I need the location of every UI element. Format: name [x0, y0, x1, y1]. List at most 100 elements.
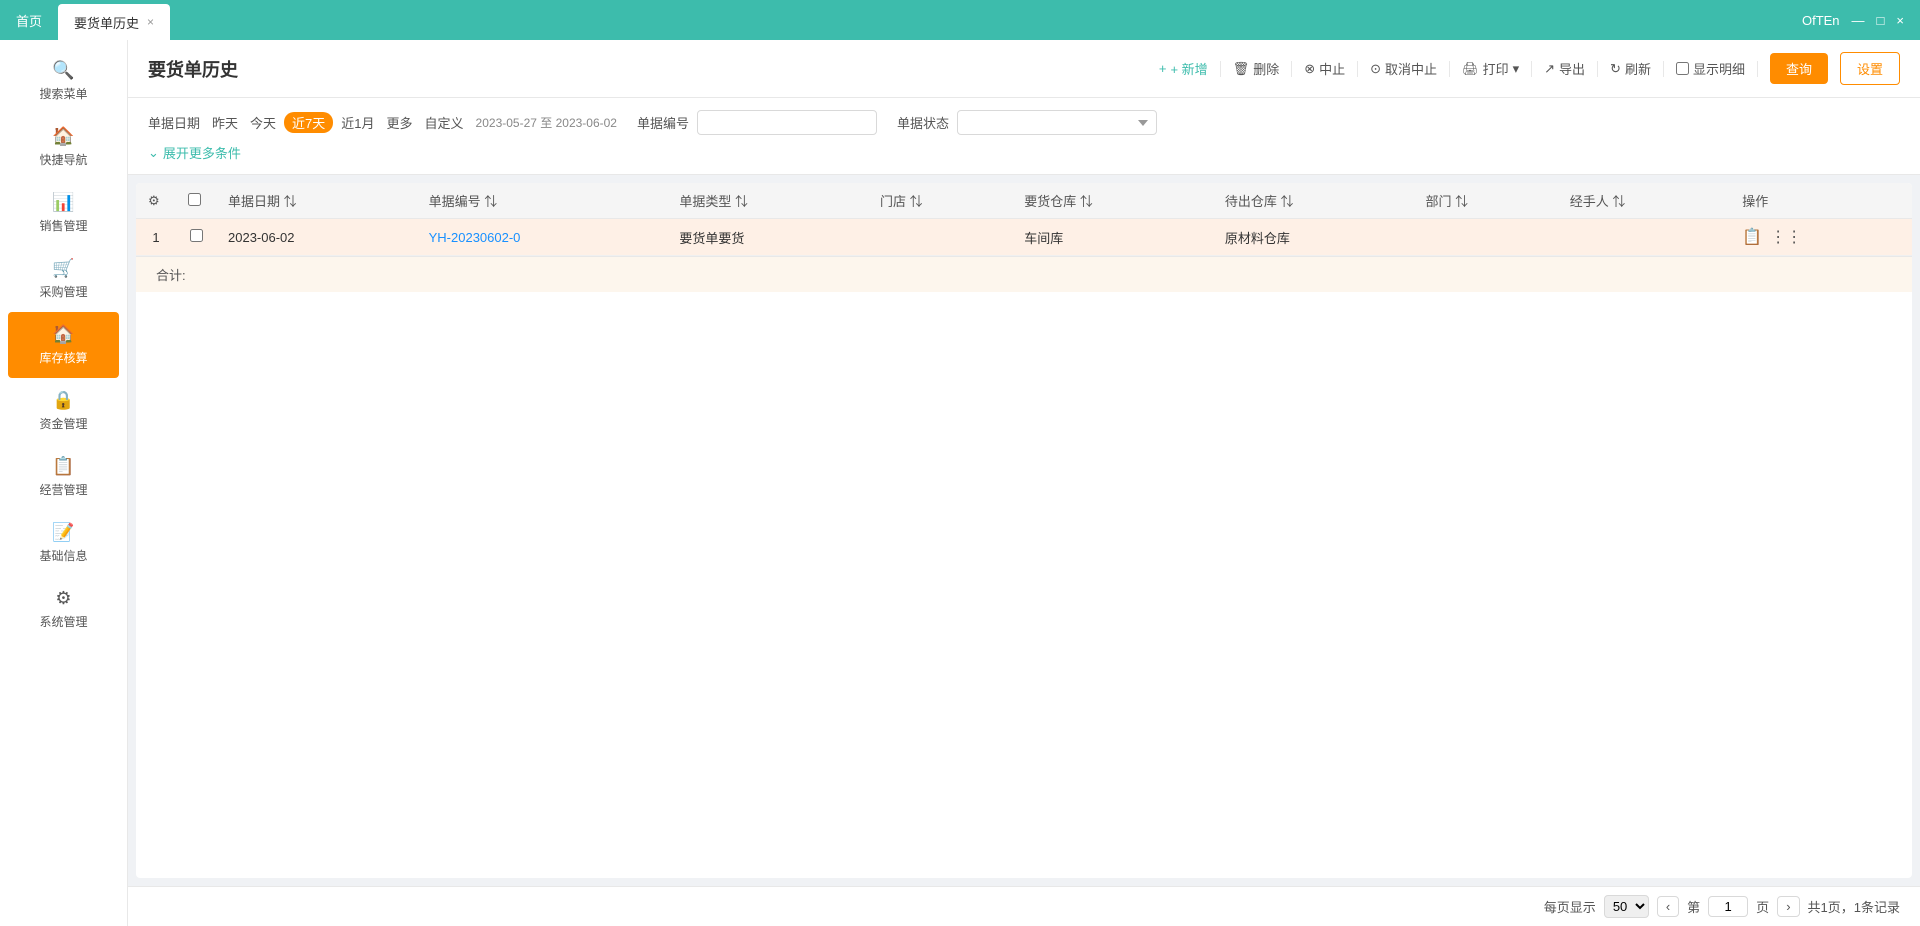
delete-button[interactable]: 🗑 删除 [1233, 59, 1280, 78]
td-store [868, 219, 1012, 256]
sidebar-item-quicknav-label: 快捷导航 [39, 151, 87, 168]
expand-conditions-btn[interactable]: ⌄ 展开更多条件 [148, 143, 1900, 162]
per-page-select[interactable]: 50 [1604, 895, 1649, 918]
sales-icon: 📊 [52, 192, 74, 213]
action-icons: 📋 ⋮⋮ [1742, 227, 1900, 247]
show-detail-input[interactable] [1676, 62, 1689, 75]
refresh-button[interactable]: ↻ 刷新 [1610, 59, 1651, 78]
th-warehouse-sort-icon[interactable]: ⇅ [1080, 194, 1093, 209]
sidebar-item-sales-label: 销售管理 [39, 217, 87, 234]
date-btn-7days[interactable]: 近7天 [284, 112, 333, 133]
print-button[interactable]: 🖨 打印 ▾ [1462, 59, 1519, 78]
sidebar-item-finance[interactable]: 🔒 资金管理 [0, 378, 127, 444]
divider-5 [1531, 61, 1532, 77]
export-button[interactable]: ↗ 导出 [1544, 59, 1585, 78]
date-btn-more[interactable]: 更多 [383, 112, 417, 133]
order-no-input[interactable] [697, 110, 877, 135]
th-dept-sort-icon[interactable]: ⇅ [1455, 194, 1468, 209]
row-action-copy-icon[interactable]: 📋 [1742, 227, 1762, 247]
sidebar-item-basic-info[interactable]: 📝 基础信息 [0, 510, 127, 576]
cancel-stop-icon: ⊙ [1370, 61, 1381, 77]
th-date: 单据日期 ⇅ [216, 183, 417, 219]
table-area: ⚙ 单据日期 ⇅ 单据编号 ⇅ [136, 183, 1912, 878]
print-label: 打印 [1483, 59, 1509, 78]
td-type: 要货单要货 [667, 219, 868, 256]
th-warehouse: 要货仓库 ⇅ [1012, 183, 1213, 219]
filter-area: 单据日期 昨天 今天 近7天 近1月 更多 自定义 2023-05-27 至 2… [128, 98, 1920, 175]
sidebar-item-search[interactable]: 🔍 搜索菜单 [0, 48, 127, 114]
select-all-checkbox[interactable] [188, 193, 201, 206]
row-num: 1 [152, 230, 159, 245]
cancel-stop-button[interactable]: ⊙ 取消中止 [1370, 59, 1437, 78]
date-buttons: 昨天 今天 近7天 近1月 更多 自定义 [208, 112, 468, 133]
column-settings-icon[interactable]: ⚙ [148, 193, 160, 208]
export-label: 导出 [1559, 59, 1585, 78]
page-number-input[interactable] [1708, 896, 1748, 917]
sidebar-item-purchase[interactable]: 🛒 采购管理 [0, 246, 127, 312]
th-order-no-sort-icon[interactable]: ⇅ [484, 194, 497, 209]
sidebar-item-finance-label: 资金管理 [39, 415, 87, 432]
query-button[interactable]: 查询 [1770, 53, 1828, 84]
row-checkbox[interactable] [190, 229, 203, 242]
stop-label: 中止 [1319, 59, 1345, 78]
tab-home[interactable]: 首页 [0, 0, 58, 40]
stop-button[interactable]: ⊗ 中止 [1304, 59, 1345, 78]
th-settings: ⚙ [136, 183, 176, 219]
th-pending-warehouse-sort-icon[interactable]: ⇅ [1281, 194, 1294, 209]
filter-order-no-item: 单据编号 [637, 110, 877, 135]
divider-8 [1757, 61, 1758, 77]
row-pending-warehouse: 原材料仓库 [1225, 231, 1290, 246]
sidebar-item-operations[interactable]: 📋 经营管理 [0, 444, 127, 510]
page-header: 要货单历史 + + 新增 🗑 删除 ⊗ 中止 ⊙ [128, 40, 1920, 98]
page-first-section: 第 [1687, 897, 1700, 916]
tab-home-label: 首页 [16, 11, 42, 30]
next-page-button[interactable]: › [1777, 896, 1799, 917]
sidebar-item-inventory[interactable]: 🏠 库存核算 [8, 312, 119, 378]
th-handler-sort-icon[interactable]: ⇅ [1612, 194, 1625, 209]
sidebar-item-inventory-label: 库存核算 [39, 349, 87, 366]
divider-6 [1597, 61, 1598, 77]
th-store-sort-icon[interactable]: ⇅ [910, 194, 923, 209]
td-pending-warehouse: 原材料仓库 [1213, 219, 1414, 256]
date-filter-label: 单据日期 [148, 113, 200, 132]
th-handler-label: 经手人 [1570, 194, 1609, 209]
export-icon: ↗ [1544, 61, 1555, 77]
filter-row: 单据日期 昨天 今天 近7天 近1月 更多 自定义 2023-05-27 至 2… [148, 110, 1900, 135]
sidebar: 🔍 搜索菜单 🏠 快捷导航 📊 销售管理 🛒 采购管理 🏠 库存核算 🔒 资金管… [0, 40, 128, 926]
th-pending-warehouse-label: 待出仓库 [1225, 194, 1277, 209]
delete-label: 删除 [1253, 59, 1279, 78]
sidebar-item-sales[interactable]: 📊 销售管理 [0, 180, 127, 246]
date-btn-today[interactable]: 今天 [246, 112, 280, 133]
tab-close-icon[interactable]: × [147, 15, 154, 29]
th-handler: 经手人 ⇅ [1558, 183, 1730, 219]
date-btn-1month[interactable]: 近1月 [337, 112, 378, 133]
td-warehouse: 车间库 [1012, 219, 1213, 256]
th-dept-label: 部门 [1425, 194, 1451, 209]
show-detail-checkbox[interactable]: 显示明细 [1676, 59, 1745, 78]
maximize-icon[interactable]: □ [1877, 13, 1885, 28]
sidebar-item-quicknav[interactable]: 🏠 快捷导航 [0, 114, 127, 180]
row-action-more-icon[interactable]: ⋮⋮ [1770, 227, 1802, 247]
status-select[interactable] [957, 110, 1157, 135]
th-type-label: 单据类型 [679, 194, 731, 209]
th-date-sort-icon[interactable]: ⇅ [284, 194, 297, 209]
td-action: 📋 ⋮⋮ [1730, 219, 1912, 256]
pagination: 每页显示 50 ‹ 第 页 › 共1页，1条记录 [128, 886, 1920, 926]
table-footer-summary: 合计: [136, 256, 1912, 292]
row-type: 要货单要货 [679, 231, 744, 246]
summary-label: 合计: [156, 268, 186, 283]
new-button[interactable]: + + 新增 [1159, 59, 1208, 78]
minimize-icon[interactable]: — [1852, 13, 1865, 28]
system-icon: ⚙ [55, 588, 71, 609]
date-btn-custom[interactable]: 自定义 [421, 112, 468, 133]
tab-order-history[interactable]: 要货单历史 × [58, 4, 170, 40]
close-window-icon[interactable]: × [1896, 13, 1904, 28]
th-order-no: 单据编号 ⇅ [417, 183, 668, 219]
row-order-no-link[interactable]: YH-20230602-0 [429, 230, 521, 245]
sidebar-item-system[interactable]: ⚙ 系统管理 [0, 576, 127, 642]
th-type-sort-icon[interactable]: ⇅ [735, 194, 748, 209]
prev-page-button[interactable]: ‹ [1657, 896, 1679, 917]
date-btn-yesterday[interactable]: 昨天 [208, 112, 242, 133]
inventory-icon: 🏠 [52, 324, 74, 345]
settings-button[interactable]: 设置 [1840, 52, 1900, 85]
